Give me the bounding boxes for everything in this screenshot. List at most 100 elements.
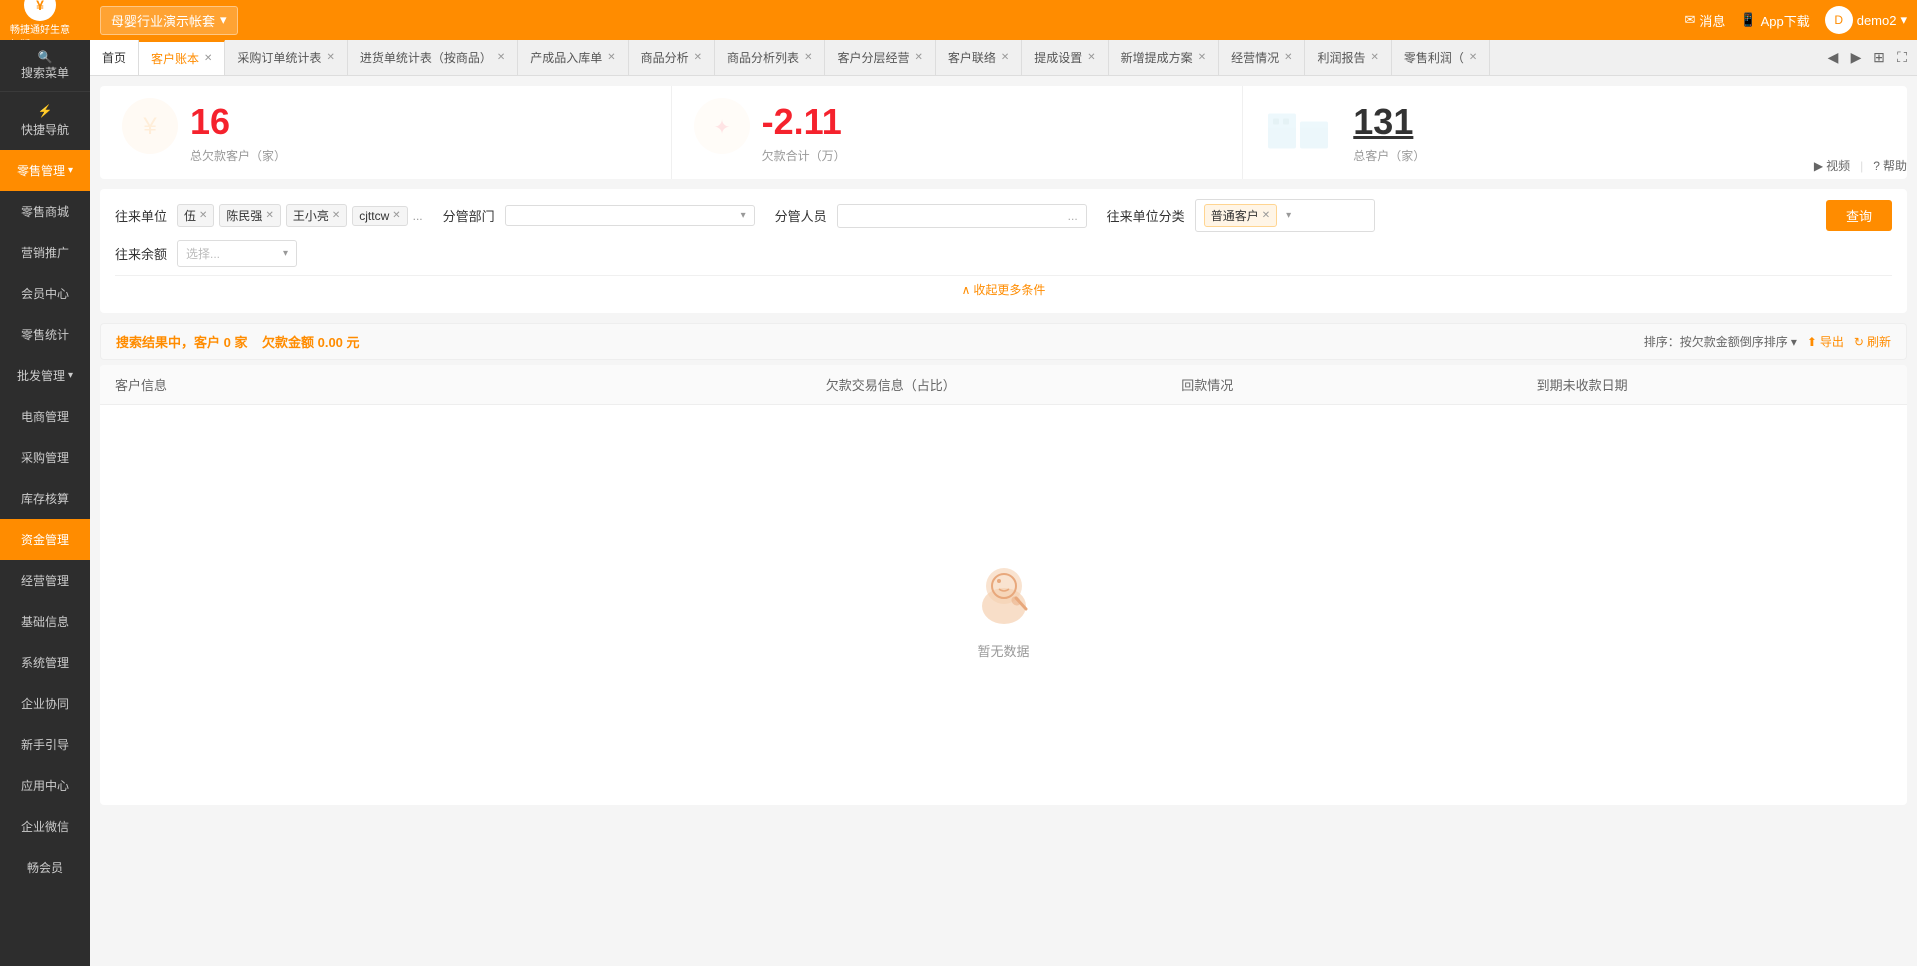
data-table: 客户信息 欠款交易信息（占比） 回款情况 到期未收款日期 xyxy=(100,365,1907,805)
sidebar-item-purchase[interactable]: 采购管理 xyxy=(0,437,90,478)
stats-bar: ¥ 16 总欠款客户（家） ✦ xyxy=(100,86,1907,179)
tab-inbound-stats[interactable]: 进货单统计表（按商品） ✕ xyxy=(348,40,518,76)
sidebar-item-member-center[interactable]: 会员中心 xyxy=(0,273,90,314)
sidebar-item-app-center[interactable]: 应用中心 xyxy=(0,765,90,806)
table-col-debt: 欠款交易信息（占比） xyxy=(826,375,1181,394)
filter-tag-normal-customer: 普通客户 ✕ xyxy=(1204,204,1277,227)
tab-close-tier[interactable]: ✕ xyxy=(914,52,922,63)
tab-promotion-settings[interactable]: 提成设置 ✕ xyxy=(1022,40,1108,76)
tab-production-inbound[interactable]: 产成品入库单 ✕ xyxy=(518,40,628,76)
message-icon: ✉ xyxy=(1684,12,1695,28)
tab-purchase-order-stats[interactable]: 采购订单统计表 ✕ xyxy=(225,40,347,76)
company-selector[interactable]: 母婴行业演示帐套 ▾ xyxy=(100,6,238,35)
tab-customer-contact[interactable]: 客户联络 ✕ xyxy=(936,40,1022,76)
sidebar-item-enterprise-wechat[interactable]: 企业微信 xyxy=(0,806,90,847)
help-btn[interactable]: ? 帮助 xyxy=(1873,157,1907,174)
tab-close-inbound[interactable]: ✕ xyxy=(497,52,505,63)
tab-next-btn[interactable]: ▶ xyxy=(1846,48,1866,68)
filter-person-select[interactable]: ... xyxy=(837,204,1087,228)
tab-close-goods[interactable]: ✕ xyxy=(694,52,702,63)
sidebar-item-finance[interactable]: 资金管理 xyxy=(0,519,90,560)
empty-icon xyxy=(964,551,1044,631)
collapse-btn[interactable]: ∧ 收起更多条件 xyxy=(115,276,1892,303)
tab-customer-tier[interactable]: 客户分层经营 ✕ xyxy=(825,40,935,76)
message-btn[interactable]: ✉ 消息 xyxy=(1684,11,1725,30)
app-download-btn[interactable]: 📱 App下载 xyxy=(1740,11,1809,30)
filter-tag-chen-close[interactable]: ✕ xyxy=(265,210,273,221)
sidebar-item-marketing[interactable]: 营销推广 xyxy=(0,232,90,273)
tab-fullscreen-btn[interactable]: ⛶ xyxy=(1892,48,1912,68)
top-bar-selector[interactable]: 母婴行业演示帐套 ▾ xyxy=(100,6,1684,35)
tab-close-promotion[interactable]: ✕ xyxy=(1087,52,1095,63)
tab-close-purchase[interactable]: ✕ xyxy=(326,52,334,63)
filter-unit-label: 往来单位 xyxy=(115,206,167,225)
tab-goods-analysis[interactable]: 商品分析 ✕ xyxy=(629,40,715,76)
page-content: ¥ 16 总欠款客户（家） ✦ xyxy=(90,76,1917,966)
query-button[interactable]: 查询 xyxy=(1826,200,1892,231)
sidebar-item-base-info[interactable]: 基础信息 xyxy=(0,601,90,642)
tab-bar-controls: ◀ ▶ ⊞ ⛶ xyxy=(1818,48,1917,68)
sidebar-item-enterprise-coop[interactable]: 企业协同 xyxy=(0,683,90,724)
tab-operations-status[interactable]: 经营情况 ✕ xyxy=(1219,40,1305,76)
filter-tag-wu-close[interactable]: ✕ xyxy=(199,210,207,221)
tab-close-customer-accounts[interactable]: ✕ xyxy=(204,53,212,64)
filter-remainder-select[interactable]: 选择... ▾ xyxy=(177,240,297,267)
video-btn[interactable]: ▶ 视频 xyxy=(1814,157,1850,174)
filter-tag-wu: 伍 ✕ xyxy=(177,204,214,227)
stat-actions: ▶ 视频 | ? 帮助 xyxy=(1814,157,1907,179)
tab-close-retail-profit[interactable]: ✕ xyxy=(1469,52,1477,63)
sidebar-item-quick-nav[interactable]: ⚡ 快捷导航 xyxy=(0,92,90,150)
sidebar-search[interactable]: 🔍 搜索菜单 xyxy=(0,40,90,92)
tab-profit-report[interactable]: 利润报告 ✕ xyxy=(1305,40,1391,76)
filter-remainder-label: 往来余额 xyxy=(115,244,167,263)
filter-tag-normal-close[interactable]: ✕ xyxy=(1262,210,1270,221)
top-bar: ¥ 畅捷通好生意 标版 母婴行业演示帐套 ▾ ✉ 消息 📱 App下载 xyxy=(0,0,1917,40)
filter-unit-class-select[interactable]: 普通客户 ✕ ▾ xyxy=(1195,199,1375,232)
sidebar-item-ecommerce[interactable]: 电商管理 xyxy=(0,396,90,437)
refresh-btn[interactable]: ↻ 刷新 xyxy=(1854,333,1891,350)
tab-close-ops[interactable]: ✕ xyxy=(1284,52,1292,63)
export-btn[interactable]: ⬆ 导出 xyxy=(1807,333,1844,350)
tab-goods-analysis-list[interactable]: 商品分析列表 ✕ xyxy=(715,40,825,76)
app-container: ¥ 畅捷通好生意 标版 母婴行业演示帐套 ▾ ✉ 消息 📱 App下载 xyxy=(0,0,1917,966)
search-icon: 🔍 xyxy=(5,50,85,64)
tab-retail-profit[interactable]: 零售利润（ ✕ xyxy=(1392,40,1490,76)
stat-card-total: 131 总客户（家） xyxy=(1243,86,1814,179)
sidebar-item-new-guide[interactable]: 新手引导 xyxy=(0,724,90,765)
sidebar-item-system[interactable]: 系统管理 xyxy=(0,642,90,683)
sidebar: 🔍 搜索菜单 ⚡ 快捷导航 零售管理▾ 零售商城 营销推广 会员中心 零售统计 … xyxy=(0,40,90,966)
sidebar-item-wholesale[interactable]: 批发管理▾ xyxy=(0,355,90,396)
empty-state: 暂无数据 xyxy=(964,491,1044,720)
tab-new-promotion[interactable]: 新增提成方案 ✕ xyxy=(1109,40,1219,76)
tab-customer-accounts[interactable]: 客户账本 ✕ xyxy=(139,40,225,76)
filter-tag-cjttcw: cjttcw ✕ xyxy=(352,206,407,226)
sidebar-item-retail-manage[interactable]: 零售管理▾ xyxy=(0,150,90,191)
table-col-due-date: 到期未收款日期 xyxy=(1537,375,1892,394)
tab-close-goods-list[interactable]: ✕ xyxy=(804,52,812,63)
filter-person-clear[interactable]: ... xyxy=(1068,209,1078,223)
tab-home[interactable]: 首页 xyxy=(90,40,139,76)
stat-value-total[interactable]: 131 xyxy=(1353,101,1425,143)
sidebar-item-vip-member[interactable]: 畅会员 xyxy=(0,847,90,888)
tab-close-profit[interactable]: ✕ xyxy=(1371,52,1379,63)
empty-illustration xyxy=(964,551,1044,631)
results-info: 搜索结果中，客户 0 家 欠款金额 0.00 元 xyxy=(116,332,360,351)
sidebar-item-inventory[interactable]: 库存核算 xyxy=(0,478,90,519)
results-sort[interactable]: 排序：按欠款金额倒序排序 ▾ xyxy=(1644,333,1797,350)
table-body: 暂无数据 xyxy=(100,405,1907,805)
top-bar-right: ✉ 消息 📱 App下载 D demo2 ▾ xyxy=(1684,6,1907,34)
filter-dept-select[interactable]: ▾ xyxy=(505,205,755,226)
filter-more-tags[interactable]: ... xyxy=(413,209,423,223)
tab-close-production[interactable]: ✕ xyxy=(607,52,615,63)
sidebar-item-operations[interactable]: 经营管理 xyxy=(0,560,90,601)
tab-close-new-promo[interactable]: ✕ xyxy=(1198,52,1206,63)
filter-tag-wang-close[interactable]: ✕ xyxy=(332,210,340,221)
table-header: 客户信息 欠款交易信息（占比） 回款情况 到期未收款日期 xyxy=(100,365,1907,405)
tab-close-contact[interactable]: ✕ xyxy=(1001,52,1009,63)
sidebar-item-retail-mall[interactable]: 零售商城 xyxy=(0,191,90,232)
tab-prev-btn[interactable]: ◀ xyxy=(1823,48,1843,68)
tab-more-btn[interactable]: ⊞ xyxy=(1869,48,1889,68)
sidebar-item-retail-stats[interactable]: 零售统计 xyxy=(0,314,90,355)
filter-tag-cjttcw-close[interactable]: ✕ xyxy=(392,210,400,221)
user-menu[interactable]: D demo2 ▾ xyxy=(1825,6,1907,34)
